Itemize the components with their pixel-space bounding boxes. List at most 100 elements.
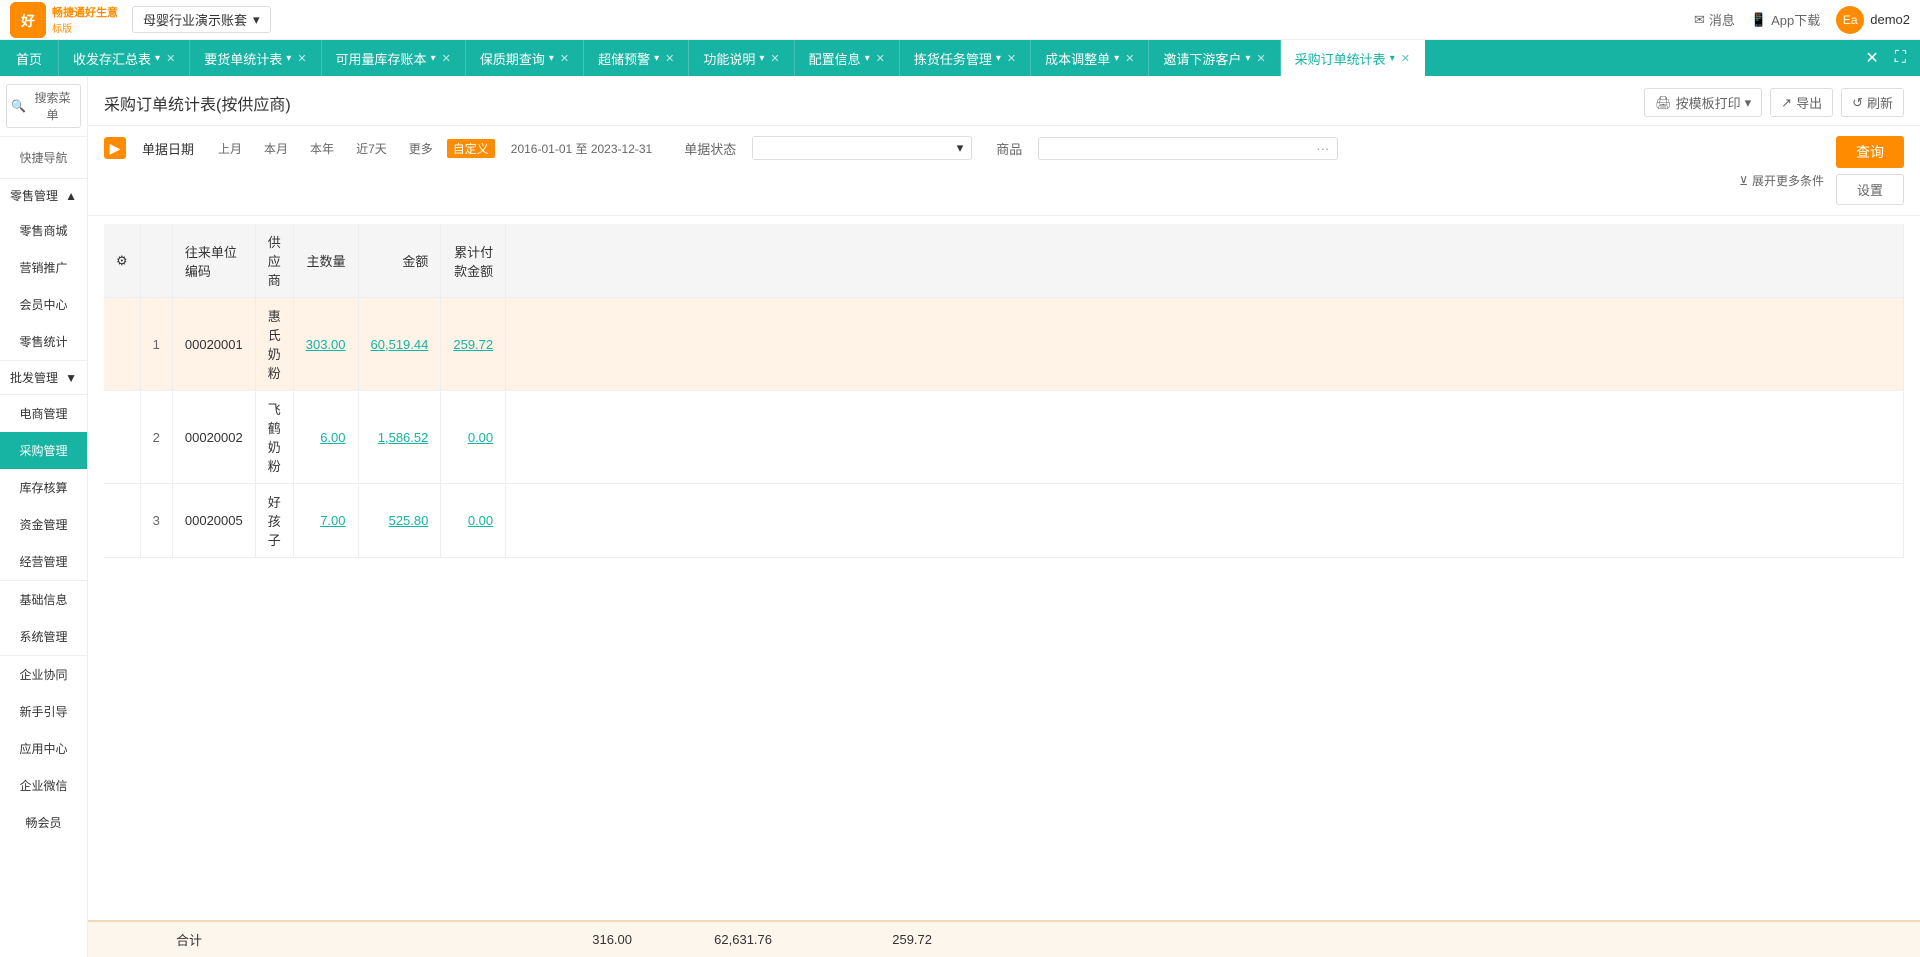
date-btn-more[interactable]: 更多 bbox=[401, 138, 441, 159]
export-btn[interactable]: ↗ 导出 bbox=[1770, 88, 1833, 117]
sidebar-item-enterprise-coop[interactable]: 企业协同 bbox=[0, 655, 87, 693]
date-btn-this-month[interactable]: 本月 bbox=[256, 138, 296, 159]
footer-empty3 bbox=[324, 922, 524, 957]
sidebar-item-member-center[interactable]: 会员中心 bbox=[0, 286, 87, 323]
search-menu-btn[interactable]: 🔍 搜索菜单 bbox=[6, 84, 81, 128]
search-menu-label: 搜索菜单 bbox=[29, 89, 76, 123]
tab-invite-downstream-close[interactable]: ✕ bbox=[1256, 52, 1265, 65]
tab-invite-downstream-label: 邀请下游客户 bbox=[1163, 49, 1241, 68]
ecommerce-mgmt-label: 电商管理 bbox=[19, 405, 67, 422]
quick-nav-btn[interactable]: 快捷导航 bbox=[0, 143, 87, 172]
sidebar-item-system-mgmt[interactable]: 系统管理 bbox=[0, 618, 87, 655]
nav-expand-btn[interactable]: ⛶ bbox=[1889, 47, 1912, 69]
tab-collect-summary[interactable]: 收发存汇总表 ▾ ✕ bbox=[59, 40, 190, 76]
row3-paid[interactable]: 0.00 bbox=[441, 484, 506, 558]
tab-purchase-summary[interactable]: 采购订单统计表 ▾ ✕ bbox=[1281, 40, 1425, 76]
nav-tabs-actions: ✕ ⛶ bbox=[1859, 46, 1920, 70]
user-area[interactable]: Ea demo2 bbox=[1836, 6, 1910, 34]
goods-input[interactable]: ··· bbox=[1038, 137, 1338, 160]
footer-table: 合计 316.00 62,631.76 259.72 bbox=[88, 922, 1920, 957]
date-btn-last-month[interactable]: 上月 bbox=[210, 138, 250, 159]
sidebar-item-wholesale-mgmt[interactable]: 批发管理 ▼ bbox=[0, 361, 87, 395]
row3-qty[interactable]: 7.00 bbox=[293, 484, 358, 558]
row1-qty[interactable]: 303.00 bbox=[293, 298, 358, 391]
collapse-btn[interactable]: ▶ bbox=[104, 137, 126, 159]
col-settings[interactable]: ⚙ bbox=[104, 224, 140, 298]
tab-warranty-query[interactable]: 保质期查询 ▾ ✕ bbox=[466, 40, 584, 76]
row1-paid[interactable]: 259.72 bbox=[441, 298, 506, 391]
tab-warranty-query-close[interactable]: ✕ bbox=[560, 52, 569, 65]
workspace-selector[interactable]: 母婴行业演示账套 ▾ bbox=[132, 6, 271, 33]
sidebar-item-retail-mgmt[interactable]: 零售管理 ▲ bbox=[0, 179, 87, 212]
row1-amount[interactable]: 60,519.44 bbox=[358, 298, 441, 391]
table-container: ⚙ 往来单位编码 供应商 主数量 金额 累计付款金额 1 00020001 bbox=[88, 216, 1920, 920]
table-row[interactable]: 1 00020001 惠氏奶粉 303.00 60,519.44 259.72 bbox=[104, 298, 1904, 391]
sidebar-item-vip-member[interactable]: 畅会员 bbox=[0, 804, 87, 841]
row3-extra bbox=[506, 484, 1904, 558]
refresh-icon: ↺ bbox=[1852, 95, 1863, 111]
member-center-label: 会员中心 bbox=[19, 296, 67, 313]
tab-overstock-warning[interactable]: 超储预警 ▾ ✕ bbox=[584, 40, 689, 76]
sidebar-item-funds-mgmt[interactable]: 资金管理 bbox=[0, 506, 87, 543]
sidebar-item-new-guide[interactable]: 新手引导 bbox=[0, 693, 87, 730]
tab-overstock-warning-close[interactable]: ✕ bbox=[665, 52, 674, 65]
app-download-btn[interactable]: 📱 App下载 bbox=[1751, 10, 1820, 29]
tab-available-stock[interactable]: 可用量库存账本 ▾ ✕ bbox=[322, 40, 466, 76]
retail-mgmt-label: 零售管理 bbox=[10, 187, 58, 204]
nav-close-btn[interactable]: ✕ bbox=[1859, 46, 1884, 70]
tab-goods-summary-close[interactable]: ✕ bbox=[297, 52, 306, 65]
sidebar-item-app-center[interactable]: 应用中心 bbox=[0, 730, 87, 767]
sidebar-item-inventory-check[interactable]: 库存核算 bbox=[0, 469, 87, 506]
tab-invite-downstream[interactable]: 邀请下游客户 ▾ ✕ bbox=[1149, 40, 1280, 76]
row2-qty[interactable]: 6.00 bbox=[293, 391, 358, 484]
tab-cost-adjust[interactable]: 成本调整单 ▾ ✕ bbox=[1031, 40, 1149, 76]
tab-pick-task[interactable]: 拣货任务管理 ▾ ✕ bbox=[900, 40, 1031, 76]
template-print-btn[interactable]: 🖨 按模板打印 ▾ bbox=[1644, 88, 1762, 117]
goods-more-btn[interactable]: ··· bbox=[1316, 141, 1329, 156]
logo-area: 好 畅捷通好生意 标版 bbox=[10, 2, 118, 38]
row3-unit-code: 00020005 bbox=[172, 484, 255, 558]
footer-qty: 316.00 bbox=[524, 922, 644, 957]
sidebar-item-basic-info[interactable]: 基础信息 bbox=[0, 580, 87, 618]
tab-config-info-close[interactable]: ✕ bbox=[876, 52, 885, 65]
col-amount-header: 金额 bbox=[358, 224, 441, 298]
system-mgmt-label: 系统管理 bbox=[19, 628, 67, 645]
sidebar-item-ops-mgmt[interactable]: 经营管理 bbox=[0, 543, 87, 580]
tab-home[interactable]: 首页 bbox=[0, 40, 59, 76]
row2-paid[interactable]: 0.00 bbox=[441, 391, 506, 484]
tab-purchase-summary-close[interactable]: ✕ bbox=[1401, 52, 1410, 65]
message-btn[interactable]: ✉ 消息 bbox=[1694, 10, 1735, 29]
tab-pick-task-close[interactable]: ✕ bbox=[1007, 52, 1016, 65]
sidebar-item-enterprise-wechat[interactable]: 企业微信 bbox=[0, 767, 87, 804]
table-row[interactable]: 2 00020002 飞鹤奶粉 6.00 1,586.52 0.00 bbox=[104, 391, 1904, 484]
expand-more-btn[interactable]: ⊻ 展开更多条件 bbox=[1739, 172, 1824, 189]
table-footer: 合计 316.00 62,631.76 259.72 bbox=[88, 920, 1920, 957]
refresh-btn[interactable]: ↺ 刷新 bbox=[1841, 88, 1904, 117]
tab-collect-summary-close[interactable]: ✕ bbox=[166, 52, 175, 65]
tab-available-stock-close[interactable]: ✕ bbox=[442, 52, 451, 65]
col-qty-header: 主数量 bbox=[293, 224, 358, 298]
date-btn-7days[interactable]: 近7天 bbox=[348, 138, 395, 159]
row2-amount[interactable]: 1,586.52 bbox=[358, 391, 441, 484]
goods-search-input[interactable] bbox=[1047, 141, 1312, 156]
sidebar-item-purchase-mgmt[interactable]: 采购管理 bbox=[0, 432, 87, 469]
tab-function-desc[interactable]: 功能说明 ▾ ✕ bbox=[689, 40, 794, 76]
export-label: 导出 bbox=[1796, 93, 1822, 112]
filter-expand-icon[interactable]: ▶ bbox=[104, 137, 126, 159]
logo-subtext: 标版 bbox=[52, 20, 118, 35]
table-row[interactable]: 3 00020005 好孩子 7.00 525.80 0.00 bbox=[104, 484, 1904, 558]
sidebar-item-retail-mall[interactable]: 零售商城 bbox=[0, 212, 87, 249]
tab-function-desc-close[interactable]: ✕ bbox=[770, 52, 779, 65]
settings-btn[interactable]: 设置 bbox=[1836, 174, 1904, 205]
date-btn-this-year[interactable]: 本年 bbox=[302, 138, 342, 159]
query-btn[interactable]: 查询 bbox=[1836, 136, 1904, 168]
row3-amount[interactable]: 525.80 bbox=[358, 484, 441, 558]
tab-goods-summary[interactable]: 要货单统计表 ▾ ✕ bbox=[190, 40, 321, 76]
tab-config-info[interactable]: 配置信息 ▾ ✕ bbox=[795, 40, 900, 76]
sidebar-item-marketing[interactable]: 营销推广 bbox=[0, 249, 87, 286]
tab-overstock-warning-label: 超储预警 bbox=[598, 49, 650, 68]
sidebar-item-retail-stats[interactable]: 零售统计 bbox=[0, 323, 87, 360]
status-select[interactable]: ▾ bbox=[752, 136, 972, 160]
tab-cost-adjust-close[interactable]: ✕ bbox=[1125, 52, 1134, 65]
sidebar-item-ecommerce-mgmt[interactable]: 电商管理 bbox=[0, 395, 87, 432]
